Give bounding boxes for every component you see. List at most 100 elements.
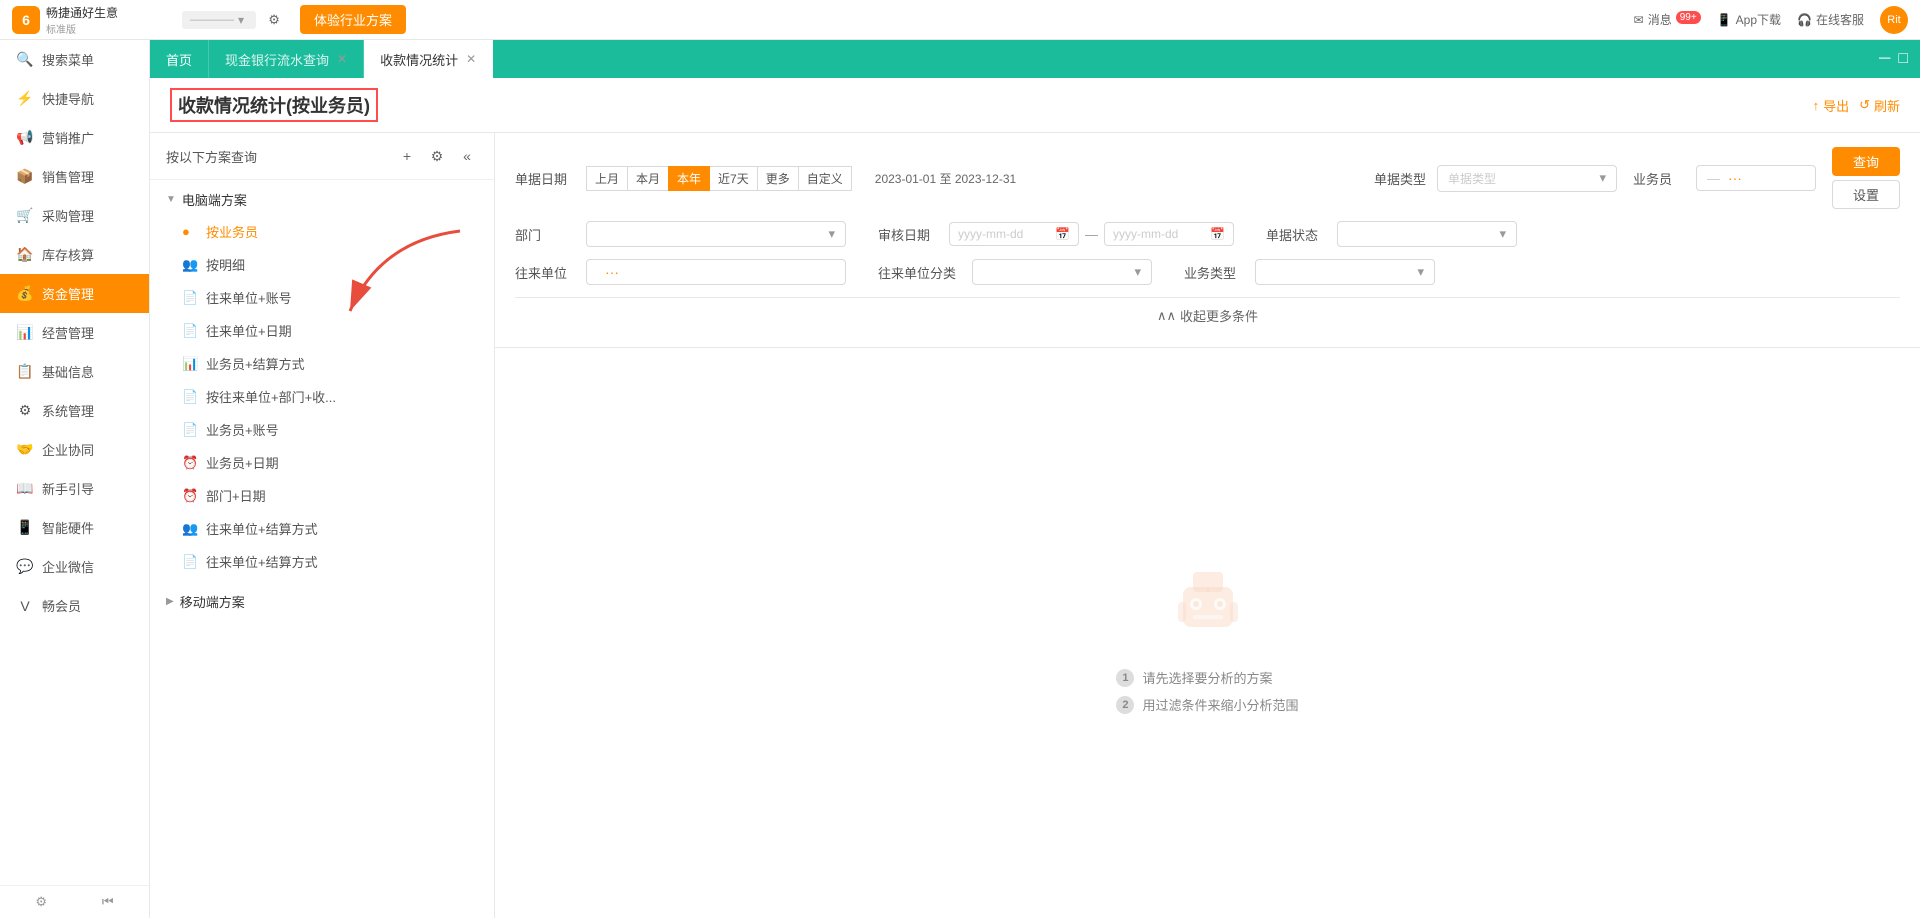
date-btn-this-year[interactable]: 本年 bbox=[668, 166, 710, 191]
enterprise-icon: 🤝 bbox=[16, 441, 34, 458]
scheme-salesperson-date[interactable]: ⏰ 业务员+日期 bbox=[150, 446, 494, 479]
sidebar-item-inventory[interactable]: 🏠 库存核算 bbox=[0, 235, 149, 274]
sidebar-item-hardware[interactable]: 📱 智能硬件 bbox=[0, 508, 149, 547]
content-area: 首页 现金银行流水查询 ✕ 收款情况统计 ✕ ─ □ 收款情况统计(按业务员) … bbox=[150, 40, 1920, 918]
sidebar-item-sales[interactable]: 📦 销售管理 bbox=[0, 157, 149, 196]
step-1-num: 1 bbox=[1116, 669, 1134, 687]
export-btn[interactable]: ↑ 导出 bbox=[1813, 96, 1850, 115]
sidebar-item-search[interactable]: 🔍 搜索菜单 bbox=[0, 40, 149, 79]
collapse-more-btn[interactable]: ∧∧ 收起更多条件 bbox=[515, 297, 1900, 333]
counterpart-label: 往来单位 bbox=[515, 263, 570, 282]
settings-scheme-btn[interactable]: ⚙ bbox=[426, 145, 448, 167]
counterpart-cat-chevron-icon: ▾ bbox=[1134, 264, 1141, 280]
add-scheme-btn[interactable]: + bbox=[396, 145, 418, 167]
messages-badge: 99+ bbox=[1676, 11, 1701, 24]
filter-row-3: 往来单位 ··· 往来单位分类 ▾ 业务类型 bbox=[515, 259, 1900, 285]
sidebar-settings-icon[interactable]: ⚙ bbox=[35, 894, 47, 910]
doc-status-select[interactable]: ▾ bbox=[1337, 221, 1517, 247]
trial-btn[interactable]: 体验行业方案 bbox=[300, 5, 406, 34]
scheme-dept-date[interactable]: ⏰ 部门+日期 bbox=[150, 479, 494, 512]
filter-area: 单据日期 上月 本月 本年 近7天 更多 自定义 2023-01-01 至 20… bbox=[495, 133, 1920, 348]
tab-receipt-stats[interactable]: 收款情况统计 ✕ bbox=[364, 40, 493, 78]
desktop-section: ▼ 电脑端方案 ● 按业务员 👥 按明细 📄 往来单位+账号 bbox=[150, 180, 494, 582]
salesperson-select[interactable]: — ··· bbox=[1696, 165, 1816, 191]
tab-bank-flow[interactable]: 现金银行流水查询 ✕ bbox=[209, 40, 364, 78]
purchase-icon: 🛒 bbox=[16, 207, 34, 224]
scheme-counterpart-settlement-2[interactable]: 📄 往来单位+结算方式 bbox=[150, 545, 494, 578]
date-btn-this-month[interactable]: 本月 bbox=[627, 166, 669, 191]
panel-header-actions: + ⚙ « bbox=[396, 145, 478, 167]
sidebar-item-operations[interactable]: 📊 经营管理 bbox=[0, 313, 149, 352]
filter-query-btns: 查询 设置 bbox=[1832, 147, 1900, 209]
empty-step-1: 1 请先选择要分析的方案 bbox=[1116, 668, 1298, 687]
settings-gear-icon[interactable]: ⚙ bbox=[260, 6, 288, 34]
scheme-counterpart-dept[interactable]: 📄 按往来单位+部门+收... bbox=[150, 380, 494, 413]
sidebar-item-quick-nav[interactable]: ⚡ 快捷导航 bbox=[0, 79, 149, 118]
sidebar-collapse-icon[interactable]: ⏮ bbox=[102, 894, 114, 910]
scheme-salesperson-settlement[interactable]: 📊 业务员+结算方式 bbox=[150, 347, 494, 380]
online-service-btn[interactable]: 🎧 在线客服 bbox=[1797, 11, 1864, 28]
date-btn-custom[interactable]: 自定义 bbox=[798, 166, 852, 191]
scheme-icon-6: 📄 bbox=[182, 389, 198, 405]
date-btn-more[interactable]: 更多 bbox=[757, 166, 799, 191]
desktop-group-header[interactable]: ▼ 电脑端方案 bbox=[150, 184, 494, 215]
review-date-to[interactable]: yyyy-mm-dd 📅 bbox=[1104, 222, 1234, 246]
app-download-btn[interactable]: 📱 App下载 bbox=[1717, 11, 1781, 28]
sidebar-item-marketing[interactable]: 📢 营销推广 bbox=[0, 118, 149, 157]
collapse-panel-btn[interactable]: « bbox=[456, 145, 478, 167]
sidebar-item-finance[interactable]: 💰 资金管理 bbox=[0, 274, 149, 313]
tab-receipt-stats-close[interactable]: ✕ bbox=[466, 52, 476, 66]
scheme-icon-11: 📄 bbox=[182, 554, 198, 570]
sidebar-item-enterprise[interactable]: 🤝 企业协同 bbox=[0, 430, 149, 469]
breadcrumb[interactable]: ———— ▾ bbox=[182, 11, 256, 29]
doc-type-select[interactable]: 单据类型 ▾ bbox=[1437, 165, 1617, 192]
mobile-arrow-icon: ▶ bbox=[166, 596, 174, 607]
refresh-icon: ↺ bbox=[1859, 97, 1870, 113]
counterpart-select[interactable]: ··· bbox=[586, 259, 846, 285]
review-date-from[interactable]: yyyy-mm-dd 📅 bbox=[949, 222, 1079, 246]
sidebar-item-wechat[interactable]: 💬 企业微信 bbox=[0, 547, 149, 586]
user-avatar[interactable]: Rit bbox=[1880, 6, 1908, 34]
top-nav: ———— ▾ ⚙ 体验行业方案 bbox=[182, 5, 1634, 34]
filter-row-1: 单据日期 上月 本月 本年 近7天 更多 自定义 2023-01-01 至 20… bbox=[515, 147, 1900, 209]
counterpart-cat-select[interactable]: ▾ bbox=[972, 259, 1152, 285]
biz-type-label: 业务类型 bbox=[1184, 263, 1239, 282]
scheme-salesperson-account[interactable]: 📄 业务员+账号 bbox=[150, 413, 494, 446]
sidebar-item-system[interactable]: ⚙ 系统管理 bbox=[0, 391, 149, 430]
date-btn-7days[interactable]: 近7天 bbox=[709, 166, 758, 191]
mobile-group-header[interactable]: ▶ 移动端方案 bbox=[150, 586, 494, 617]
salesperson-more-btn[interactable]: ··· bbox=[1728, 170, 1742, 186]
query-btn[interactable]: 查询 bbox=[1832, 147, 1900, 176]
tab-bank-flow-close[interactable]: ✕ bbox=[337, 52, 347, 66]
sidebar-item-basic-info[interactable]: 📋 基础信息 bbox=[0, 352, 149, 391]
sidebar-item-purchase[interactable]: 🛒 采购管理 bbox=[0, 196, 149, 235]
scheme-counterpart-settlement-1[interactable]: 👥 往来单位+结算方式 bbox=[150, 512, 494, 545]
basic-info-icon: 📋 bbox=[16, 363, 34, 380]
date-btn-last-month[interactable]: 上月 bbox=[586, 166, 628, 191]
tab-home[interactable]: 首页 bbox=[150, 40, 209, 78]
page-actions: ↑ 导出 ↺ 刷新 bbox=[1813, 96, 1900, 115]
review-date-label: 审核日期 bbox=[878, 225, 933, 244]
date-label: 单据日期 bbox=[515, 169, 570, 188]
breadcrumb-chevron: ▾ bbox=[238, 13, 244, 27]
scheme-icon-7: 📄 bbox=[182, 422, 198, 438]
review-date-group: yyyy-mm-dd 📅 — yyyy-mm-dd 📅 bbox=[949, 222, 1234, 246]
settings-config-btn[interactable]: 设置 bbox=[1832, 180, 1900, 209]
messages-btn[interactable]: ✉ 消息 99+ bbox=[1634, 11, 1701, 28]
scheme-counterpart-date[interactable]: 📄 往来单位+日期 bbox=[150, 314, 494, 347]
counterpart-more-btn[interactable]: ··· bbox=[605, 264, 619, 280]
system-icon: ⚙ bbox=[16, 402, 34, 419]
sidebar-item-guide[interactable]: 📖 新手引导 bbox=[0, 469, 149, 508]
scheme-icon-10: 👥 bbox=[182, 521, 198, 537]
tab-maximize-icon[interactable]: □ bbox=[1898, 50, 1908, 68]
refresh-btn[interactable]: ↺ 刷新 bbox=[1859, 96, 1900, 115]
doc-type-chevron-icon: ▾ bbox=[1599, 170, 1606, 186]
scheme-detail[interactable]: 👥 按明细 bbox=[150, 248, 494, 281]
scheme-counterpart-account[interactable]: 📄 往来单位+账号 bbox=[150, 281, 494, 314]
empty-state: 1 请先选择要分析的方案 2 用过滤条件来缩小分析范围 bbox=[495, 348, 1920, 918]
tab-minimize-icon[interactable]: ─ bbox=[1879, 50, 1890, 68]
scheme-by-salesperson[interactable]: ● 按业务员 bbox=[150, 215, 494, 248]
biz-type-select[interactable]: ▾ bbox=[1255, 259, 1435, 285]
dept-select[interactable]: ▾ bbox=[586, 221, 846, 247]
sidebar-item-vip[interactable]: V 畅会员 bbox=[0, 586, 149, 625]
